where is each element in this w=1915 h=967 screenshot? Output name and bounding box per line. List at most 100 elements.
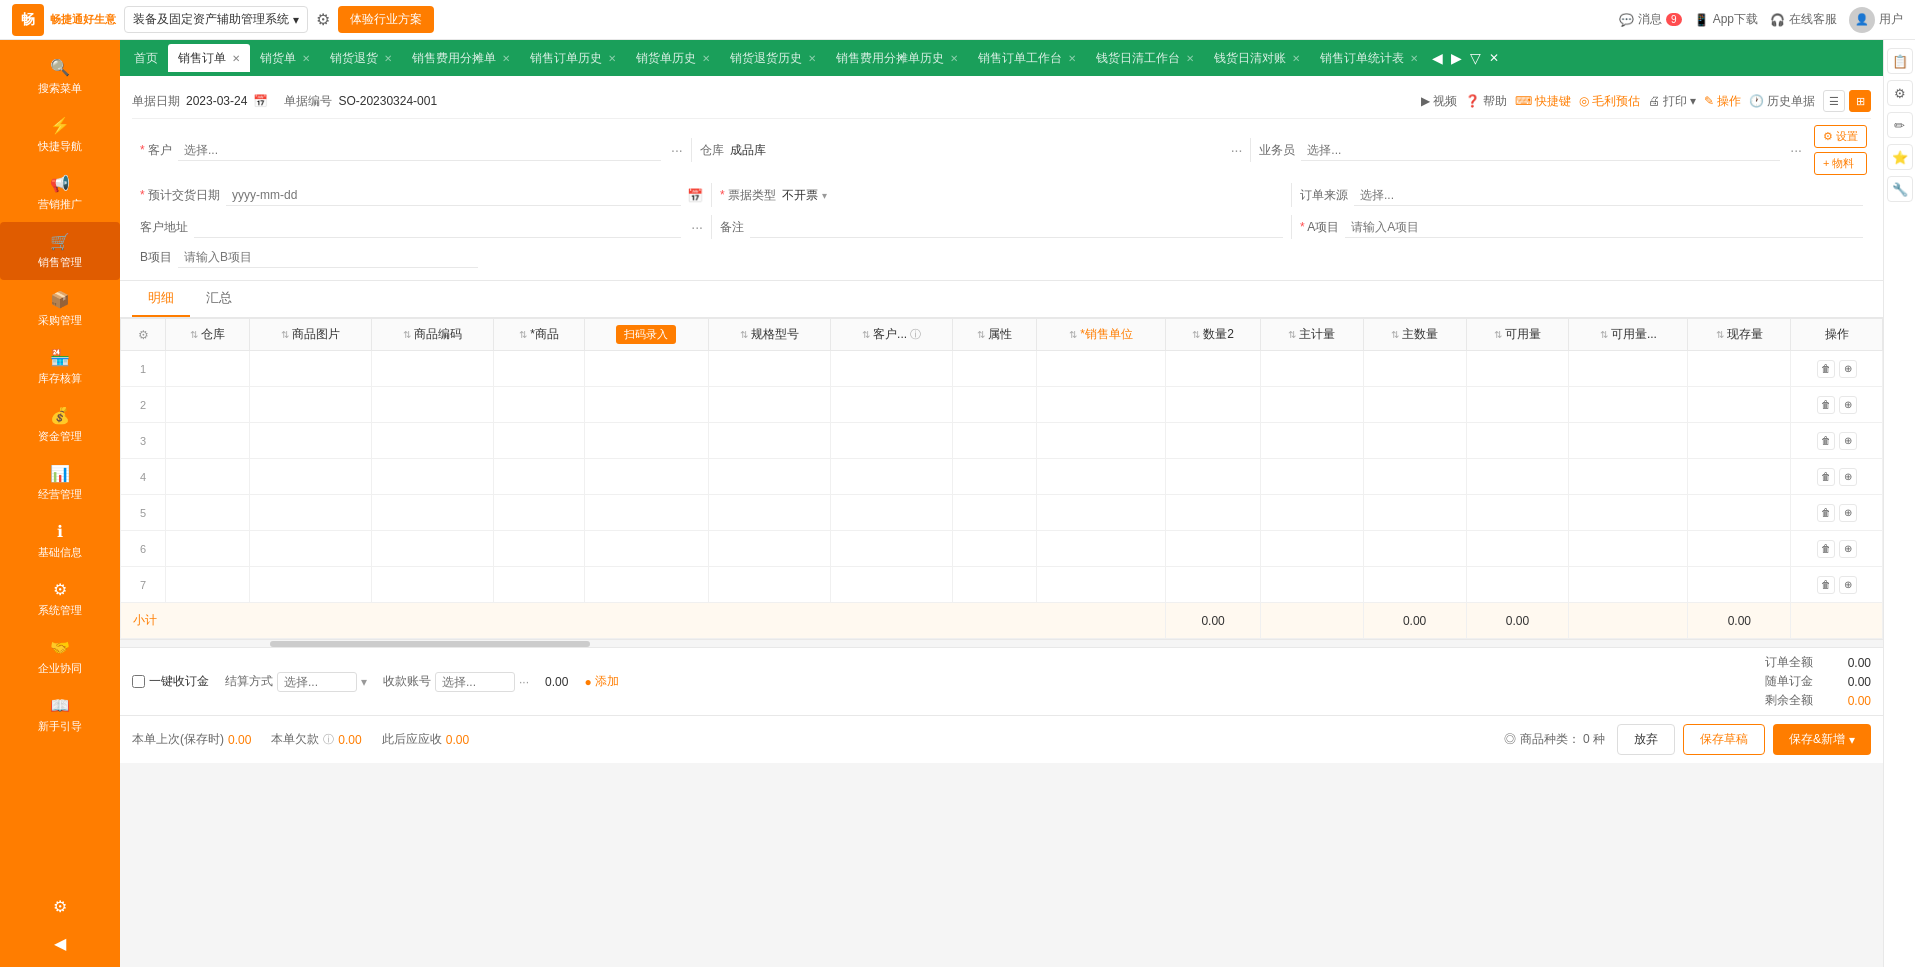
profit-action[interactable]: ◎ 毛利预估: [1579, 93, 1640, 110]
tab-fee-history[interactable]: 销售费用分摊单历史 ✕: [826, 44, 968, 72]
tab-close-icon[interactable]: ✕: [502, 53, 510, 64]
tab-detail[interactable]: 明细: [132, 281, 190, 317]
invoice-select[interactable]: 不开票 ▾: [782, 187, 1283, 204]
row-delete-btn[interactable]: 🗑: [1817, 540, 1835, 558]
row-copy-btn[interactable]: ⊕: [1839, 576, 1857, 594]
row-delete-btn[interactable]: 🗑: [1817, 360, 1835, 378]
save-new-button[interactable]: 保存&新增 ▾: [1773, 724, 1871, 755]
tab-close-icon[interactable]: ✕: [1292, 53, 1300, 64]
row-copy-btn[interactable]: ⊕: [1839, 540, 1857, 558]
tab-stats[interactable]: 销售订单统计表 ✕: [1310, 44, 1428, 72]
one-click-checkbox[interactable]: 一键收订金: [132, 673, 209, 690]
sidebar-item-system[interactable]: ⚙ 系统管理: [0, 570, 120, 628]
industry-button[interactable]: 体验行业方案: [338, 6, 434, 33]
row-copy-btn[interactable]: ⊕: [1839, 360, 1857, 378]
b-project-input[interactable]: [178, 247, 478, 268]
save-draft-button[interactable]: 保存草稿: [1683, 724, 1765, 755]
row-copy-btn[interactable]: ⊕: [1839, 432, 1857, 450]
customer-input[interactable]: [178, 140, 661, 161]
view-action[interactable]: ▶ 视频: [1421, 93, 1457, 110]
a-project-input[interactable]: [1345, 217, 1863, 238]
tab-daily-workbench[interactable]: 钱货日清工作台 ✕: [1086, 44, 1204, 72]
tab-summary[interactable]: 汇总: [190, 281, 248, 317]
sidebar-item-operations[interactable]: 📊 经营管理: [0, 454, 120, 512]
account-input[interactable]: [435, 672, 515, 692]
user-item[interactable]: 👤 用户: [1849, 7, 1903, 33]
customer-addr-input[interactable]: [194, 217, 681, 238]
order-source-input[interactable]: [1354, 185, 1863, 206]
sidebar-item-search[interactable]: 🔍 搜索菜单: [0, 48, 120, 106]
calendar2-icon[interactable]: 📅: [687, 188, 703, 203]
row-delete-btn[interactable]: 🗑: [1817, 468, 1835, 486]
tab-workbench[interactable]: 销售订单工作台 ✕: [968, 44, 1086, 72]
tab-close-icon[interactable]: ✕: [1186, 53, 1194, 64]
sidebar-item-guide[interactable]: 📖 新手引导: [0, 686, 120, 744]
scan-button[interactable]: 扫码录入: [616, 325, 676, 344]
tab-close-icon[interactable]: ✕: [702, 53, 710, 64]
tab-invoice-history[interactable]: 销货单历史 ✕: [626, 44, 720, 72]
row-delete-btn[interactable]: 🗑: [1817, 504, 1835, 522]
tab-home[interactable]: 首页: [124, 44, 168, 72]
tab-close-icon[interactable]: ✕: [808, 53, 816, 64]
tab-next-btn[interactable]: ▶: [1447, 50, 1466, 66]
tab-daily-reconcile[interactable]: 钱货日清对账 ✕: [1204, 44, 1310, 72]
row-copy-btn[interactable]: ⊕: [1839, 396, 1857, 414]
operate-action[interactable]: ✎ 操作: [1704, 93, 1741, 110]
payment-input[interactable]: [277, 672, 357, 692]
discard-button[interactable]: 放弃: [1617, 724, 1675, 755]
sidebar-item-purchase[interactable]: 📦 采购管理: [0, 280, 120, 338]
settings-icon[interactable]: ⚙: [316, 10, 330, 29]
sidebar-item-marketing[interactable]: 📢 营销推广: [0, 164, 120, 222]
col-settings[interactable]: ⚙: [121, 319, 166, 351]
sidebar-item-cooperation[interactable]: 🤝 企业协同: [0, 628, 120, 686]
tab-sales-order-history[interactable]: 销售订单历史 ✕: [520, 44, 626, 72]
right-panel-clipboard-btn[interactable]: 📋: [1887, 48, 1913, 74]
row-delete-btn[interactable]: 🗑: [1817, 576, 1835, 594]
tab-sales-order[interactable]: 销售订单 ✕: [168, 44, 250, 72]
sidebar-item-inventory[interactable]: 🏪 库存核算: [0, 338, 120, 396]
tab-close-icon[interactable]: ✕: [608, 53, 616, 64]
material-side-btn[interactable]: + 物料: [1814, 152, 1867, 175]
tab-close-icon[interactable]: ✕: [1410, 53, 1418, 64]
row-copy-btn[interactable]: ⊕: [1839, 468, 1857, 486]
help-action[interactable]: ❓ 帮助: [1465, 93, 1507, 110]
warehouse-dots-icon[interactable]: ···: [1231, 142, 1243, 158]
online-support-item[interactable]: 🎧 在线客服: [1770, 11, 1837, 28]
sidebar-settings-icon[interactable]: ⚙: [47, 891, 73, 922]
right-panel-star-btn[interactable]: ⭐: [1887, 144, 1913, 170]
tab-close-icon[interactable]: ✕: [950, 53, 958, 64]
shortcut-action[interactable]: ⌨ 快捷键: [1515, 93, 1571, 110]
tab-close-icon[interactable]: ✕: [1068, 53, 1076, 64]
account-dots-icon[interactable]: ···: [519, 675, 529, 689]
sidebar-item-shortcut[interactable]: ⚡ 快捷导航: [0, 106, 120, 164]
row-copy-btn[interactable]: ⊕: [1839, 504, 1857, 522]
print-action[interactable]: 🖨 打印 ▾: [1648, 93, 1696, 110]
scroll-thumb[interactable]: [270, 641, 590, 647]
app-download-item[interactable]: 📱 App下载: [1694, 11, 1758, 28]
addr-dots-icon[interactable]: ···: [691, 219, 703, 235]
add-button[interactable]: ● 添加: [584, 673, 618, 690]
sidebar-item-sales[interactable]: 🛒 销售管理: [0, 222, 120, 280]
scroll-area[interactable]: [120, 639, 1883, 647]
salesperson-input[interactable]: [1301, 140, 1780, 161]
settings-side-btn[interactable]: ⚙ 设置: [1814, 125, 1867, 148]
right-panel-settings-btn[interactable]: ⚙: [1887, 80, 1913, 106]
delivery-input[interactable]: [226, 185, 681, 206]
row-delete-btn[interactable]: 🗑: [1817, 396, 1835, 414]
notes-input[interactable]: [750, 217, 1283, 238]
tab-sales-return[interactable]: 销货退货 ✕: [320, 44, 402, 72]
calendar-icon[interactable]: 📅: [253, 94, 268, 108]
right-panel-tool-btn[interactable]: 🔧: [1887, 176, 1913, 202]
save-new-chevron-icon[interactable]: ▾: [1849, 733, 1855, 747]
salesperson-dots-icon[interactable]: ···: [1790, 142, 1802, 158]
list-view-btn[interactable]: ☰: [1823, 90, 1845, 112]
one-click-check[interactable]: [132, 675, 145, 688]
sidebar-item-basics[interactable]: ℹ 基础信息: [0, 512, 120, 570]
tab-menu-btn[interactable]: ▽: [1466, 50, 1485, 66]
history-action[interactable]: 🕐 历史单据: [1749, 93, 1815, 110]
right-panel-edit-btn[interactable]: ✏: [1887, 112, 1913, 138]
tab-prev-btn[interactable]: ◀: [1428, 50, 1447, 66]
tab-return-history[interactable]: 销货退货历史 ✕: [720, 44, 826, 72]
sidebar-item-finance[interactable]: 💰 资金管理: [0, 396, 120, 454]
tab-sales-fee[interactable]: 销售费用分摊单 ✕: [402, 44, 520, 72]
